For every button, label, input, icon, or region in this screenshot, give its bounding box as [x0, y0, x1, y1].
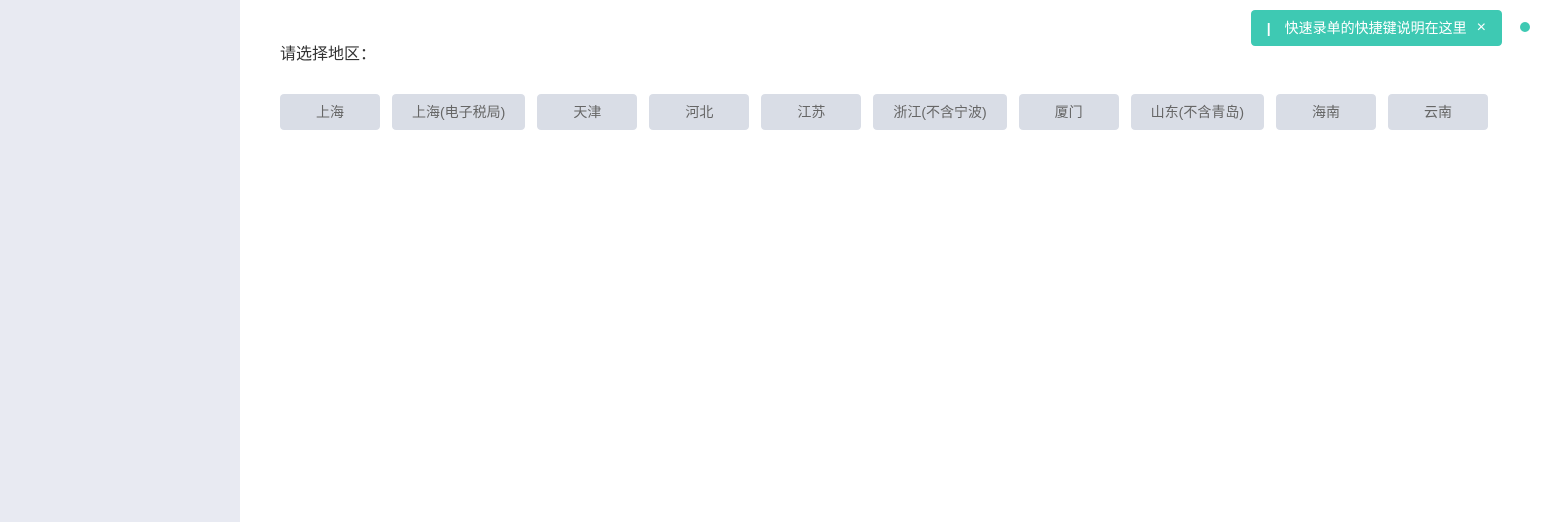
region-button-zhejiang[interactable]: 浙江(不含宁波)	[873, 94, 1006, 130]
region-button-xiamen[interactable]: 厦门	[1019, 94, 1119, 130]
region-button-yunnan[interactable]: 云南	[1388, 94, 1488, 130]
tooltip-bar: 快速录单的快捷键说明在这里 ×	[1251, 10, 1502, 46]
region-button-shanghai-etax[interactable]: 上海(电子税局)	[392, 94, 525, 130]
region-button-jiangsu[interactable]: 江苏	[761, 94, 861, 130]
region-button-tianjin[interactable]: 天津	[537, 94, 637, 130]
main-content: 请选择地区： 上海上海(电子税局)天津河北江苏浙江(不含宁波)厦门山东(不含青岛…	[240, 0, 1562, 522]
region-button-hebei[interactable]: 河北	[649, 94, 749, 130]
region-buttons: 上海上海(电子税局) 天津河北江苏浙江(不含宁波) 厦门山东(不含青岛) 海南云南	[280, 94, 1522, 130]
region-button-hainan[interactable]: 海南	[1276, 94, 1376, 130]
region-button-shanghai[interactable]: 上海	[280, 94, 380, 130]
tooltip-dot	[1520, 22, 1530, 32]
sidebar	[0, 0, 240, 522]
tooltip-text: 快速录单的快捷键说明在这里	[1285, 18, 1467, 38]
tooltip-close-button[interactable]: ×	[1477, 20, 1486, 36]
region-button-shandong[interactable]: 山东(不含青岛)	[1131, 94, 1264, 130]
